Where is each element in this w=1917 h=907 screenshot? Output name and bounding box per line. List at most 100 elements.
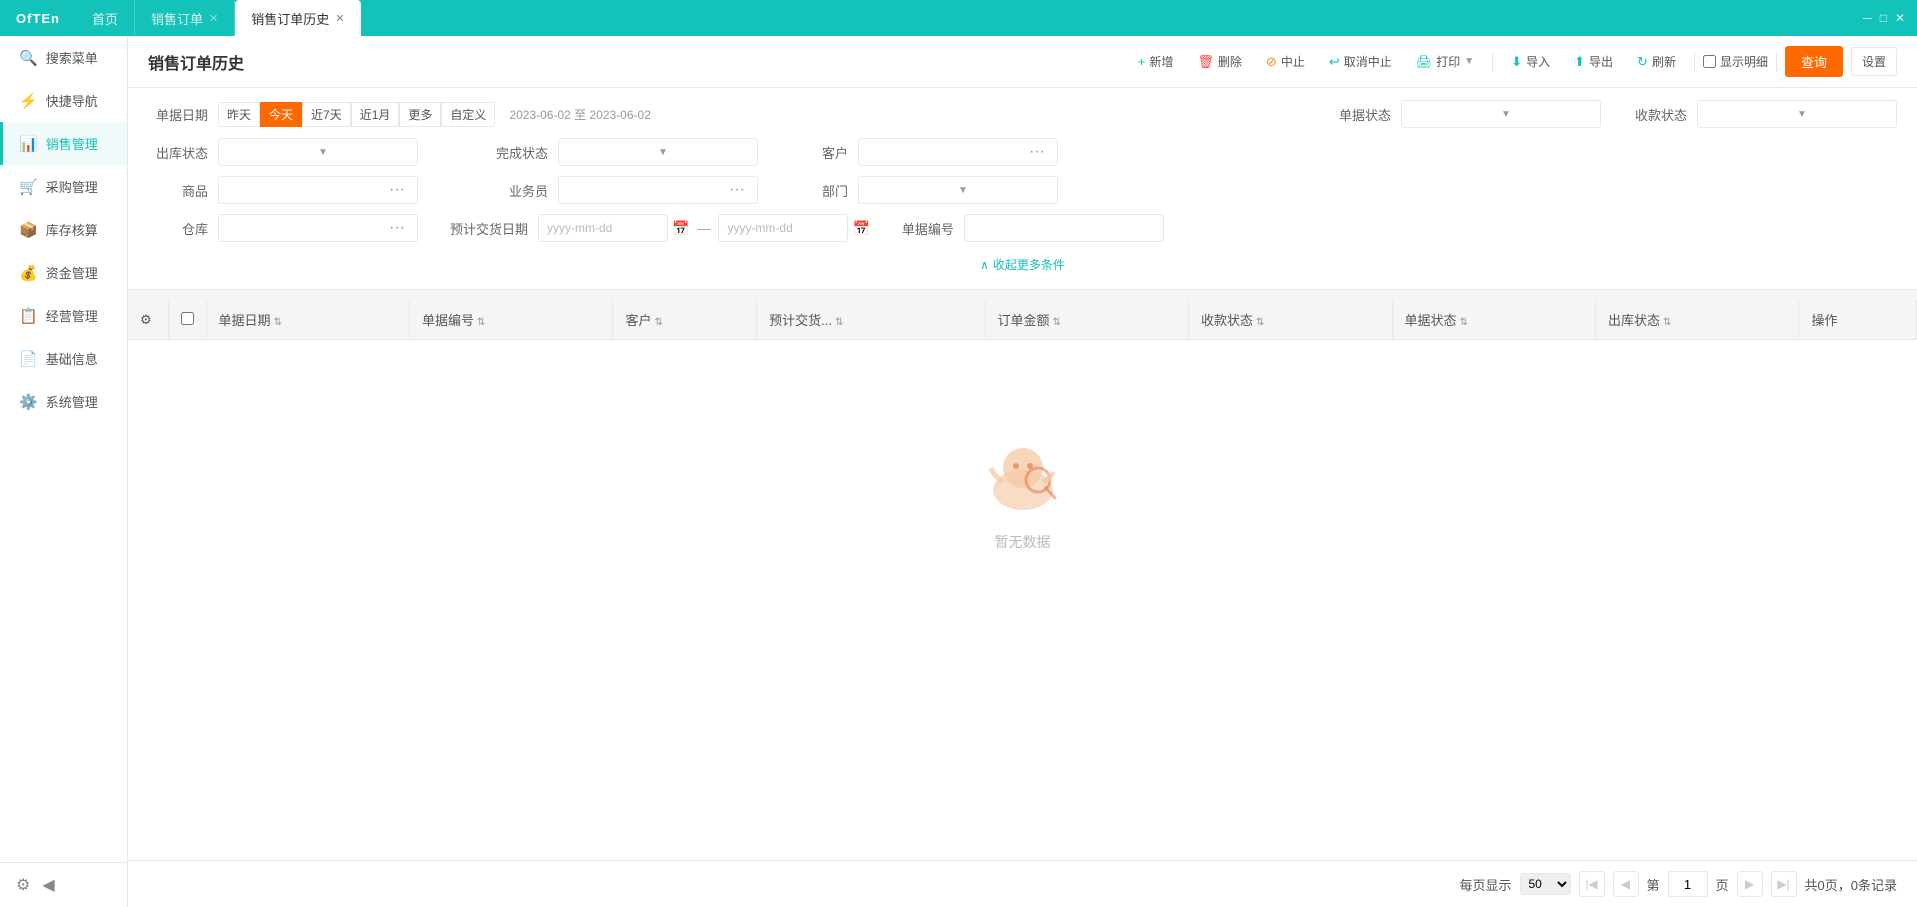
product-input-wrap[interactable]: ··· <box>218 176 418 204</box>
department-select[interactable]: ▼ <box>858 176 1058 204</box>
refresh-button[interactable]: ↻ 刷新 <box>1627 48 1686 75</box>
sidebar-item-inventory[interactable]: 📦 库存核算 <box>0 208 127 251</box>
th-settings[interactable]: ⚙ <box>128 300 168 340</box>
sidebar-item-label: 库存核算 <box>46 220 98 239</box>
tab-sales-order-history[interactable]: 销售订单历史 ✕ <box>235 0 361 36</box>
base-info-icon: 📄 <box>19 350 38 368</box>
page-number-input[interactable] <box>1668 871 1708 897</box>
delivery-status-select[interactable]: ▼ <box>218 138 418 166</box>
prev-page-btn[interactable]: ◀ <box>1613 871 1639 897</box>
warehouse-label: 仓库 <box>148 219 218 238</box>
main-layout: 🔍 搜索菜单 ⚡ 快捷导航 📊 销售管理 🛒 采购管理 📦 库存核算 💰 资金管… <box>0 36 1917 907</box>
date-label: 单据日期 <box>148 105 218 124</box>
salesperson-input-wrap[interactable]: ··· <box>558 176 758 204</box>
th-customer[interactable]: 客户⇅ <box>613 300 757 340</box>
sidebar-item-quick-nav[interactable]: ⚡ 快捷导航 <box>0 79 127 122</box>
collapse-label: 收起更多条件 <box>993 256 1065 273</box>
sidebar-item-purchase-mgmt[interactable]: 🛒 采购管理 <box>0 165 127 208</box>
customer-label: 客户 <box>798 143 858 162</box>
calendar-from-icon[interactable]: 📅 <box>672 220 689 237</box>
import-button[interactable]: ⬇ 导入 <box>1501 48 1560 75</box>
date-custom-btn[interactable]: 自定义 <box>441 102 495 127</box>
calendar-to-icon[interactable]: 📅 <box>852 220 869 237</box>
warehouse-input-wrap[interactable]: ··· <box>218 214 418 242</box>
table-header-row: ⚙ 单据日期⇅ 单据编号⇅ 客户⇅ 预计交货...⇅ 订单金额⇅ 收款状态⇅ 单… <box>128 300 1917 340</box>
expected-date-to-input[interactable] <box>718 214 848 242</box>
date-yesterday-btn[interactable]: 昨天 <box>218 102 260 127</box>
th-expected-delivery[interactable]: 预计交货...⇅ <box>757 300 985 340</box>
top-bar-right: ─ □ ✕ <box>1863 11 1917 25</box>
print-icon: 🖨 <box>1416 54 1433 70</box>
sidebar-item-finance[interactable]: 💰 资金管理 <box>0 251 127 294</box>
add-button[interactable]: + 新增 <box>1128 48 1184 75</box>
query-button[interactable]: 查询 <box>1785 46 1843 77</box>
collapse-btn[interactable]: ∧ 收起更多条件 <box>148 252 1897 277</box>
cancel-stop-label: 取消中止 <box>1344 53 1392 70</box>
table-area: ⚙ 单据日期⇅ 单据编号⇅ 客户⇅ 预计交货...⇅ 订单金额⇅ 收款状态⇅ 单… <box>128 300 1917 860</box>
expected-date-from-input[interactable] <box>538 214 668 242</box>
first-page-btn[interactable]: |◀ <box>1579 871 1605 897</box>
complete-status-select[interactable]: ▼ <box>558 138 758 166</box>
order-status-select[interactable]: ▼ <box>1401 100 1601 128</box>
maximize-icon[interactable]: □ <box>1880 11 1887 25</box>
per-page-select[interactable]: 50 10 20 100 <box>1520 873 1571 895</box>
order-no-input[interactable] <box>964 214 1164 242</box>
export-button[interactable]: ⬆ 导出 <box>1564 48 1623 75</box>
tab-home[interactable]: 首页 <box>76 0 135 36</box>
th-amount[interactable]: 订单金额⇅ <box>985 300 1188 340</box>
sort-customer-icon: ⇅ <box>654 317 662 328</box>
show-detail-checkbox[interactable] <box>1703 55 1716 68</box>
date-more-btn[interactable]: 更多 <box>399 102 441 127</box>
th-order-no[interactable]: 单据编号⇅ <box>409 300 612 340</box>
tab-sales-order-history-close[interactable]: ✕ <box>335 12 344 25</box>
finance-icon: 💰 <box>19 264 38 282</box>
sidebar-item-sales-mgmt[interactable]: 📊 销售管理 <box>0 122 127 165</box>
show-detail-toggle[interactable]: 显示明细 <box>1703 53 1768 70</box>
customer-dots-icon[interactable]: ··· <box>1025 143 1049 161</box>
date-today-btn[interactable]: 今天 <box>260 102 302 127</box>
select-all-checkbox[interactable] <box>181 312 194 325</box>
th-payment-status[interactable]: 收款状态⇅ <box>1189 300 1392 340</box>
add-label: 新增 <box>1149 53 1173 70</box>
th-checkbox[interactable] <box>168 300 206 340</box>
date-filter-control: 昨天 今天 近7天 近1月 更多 自定义 2023-06-02 至 2023-0… <box>218 102 1321 127</box>
next-page-btn[interactable]: ▶ <box>1737 871 1763 897</box>
sidebar-collapse-btn[interactable]: ◀ <box>42 875 54 895</box>
date-last7-btn[interactable]: 近7天 <box>302 102 351 127</box>
empty-illustration <box>963 420 1083 520</box>
sidebar-item-label: 搜索菜单 <box>46 48 98 67</box>
settings-button[interactable]: 设置 <box>1851 47 1897 76</box>
sidebar-item-sys-mgmt[interactable]: ⚙️ 系统管理 <box>0 380 127 423</box>
operations-icon: 📋 <box>19 307 38 325</box>
salesperson-dots-icon[interactable]: ··· <box>725 181 749 199</box>
product-label: 商品 <box>148 181 218 200</box>
filter-row-3: 商品 ··· 业务员 ··· 部门 ▼ <box>148 176 1897 204</box>
date-last-month-btn[interactable]: 近1月 <box>351 102 400 127</box>
sidebar-item-base-info[interactable]: 📄 基础信息 <box>0 337 127 380</box>
tab-sales-order[interactable]: 销售订单 ✕ <box>135 0 235 36</box>
sidebar-item-label: 基础信息 <box>46 349 98 368</box>
tab-sales-order-close[interactable]: ✕ <box>209 12 218 25</box>
warehouse-dots-icon[interactable]: ··· <box>385 219 409 237</box>
filter-row-1: 单据日期 昨天 今天 近7天 近1月 更多 自定义 2023-06-02 至 2… <box>148 100 1897 128</box>
product-dots-icon[interactable]: ··· <box>385 181 409 199</box>
sidebar-bottom: ⚙ ◀ <box>0 862 127 907</box>
sidebar-item-search-menu[interactable]: 🔍 搜索菜单 <box>0 36 127 79</box>
th-delivery-status[interactable]: 出库状态⇅ <box>1595 300 1798 340</box>
salesperson-label: 业务员 <box>478 181 558 200</box>
payment-status-select[interactable]: ▼ <box>1697 100 1897 128</box>
last-page-btn[interactable]: ▶| <box>1771 871 1797 897</box>
th-date[interactable]: 单据日期⇅ <box>206 300 409 340</box>
th-order-status[interactable]: 单据状态⇅ <box>1392 300 1595 340</box>
customer-input-wrap[interactable]: ··· <box>858 138 1058 166</box>
sidebar-item-operations[interactable]: 📋 经营管理 <box>0 294 127 337</box>
page-prefix: 第 <box>1647 875 1660 894</box>
sidebar-item-label: 系统管理 <box>46 392 98 411</box>
delete-button[interactable]: 🗑 删除 <box>1187 48 1252 75</box>
print-button[interactable]: 🖨 打印 ▼ <box>1406 48 1484 75</box>
sidebar-settings-btn[interactable]: ⚙ <box>16 875 30 895</box>
cancel-stop-button[interactable]: ↩ 取消中止 <box>1319 48 1402 75</box>
stop-button[interactable]: ⊘ 中止 <box>1256 48 1315 75</box>
minimize-icon[interactable]: ─ <box>1863 11 1872 25</box>
close-icon[interactable]: ✕ <box>1895 11 1905 25</box>
